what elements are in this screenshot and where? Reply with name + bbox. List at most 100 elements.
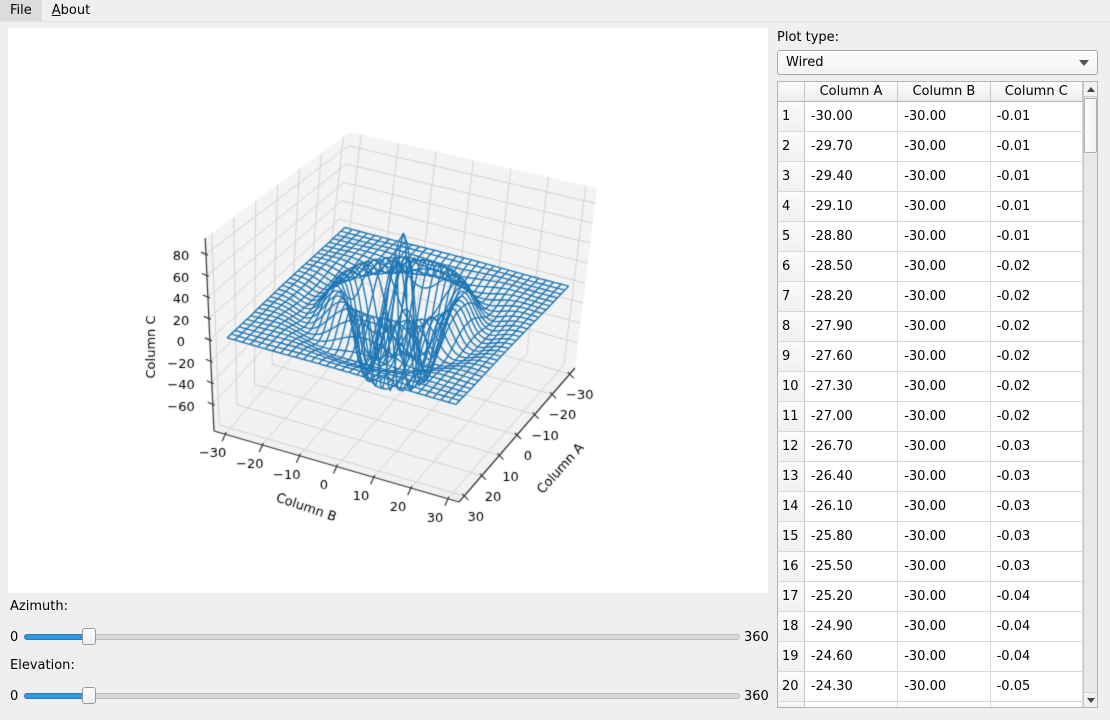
cell-column-b[interactable]: -30.00 <box>898 132 990 162</box>
menu-file[interactable]: File <box>0 0 42 21</box>
cell-column-b[interactable]: -30.00 <box>898 312 990 342</box>
cell-column-b[interactable]: -30.00 <box>898 222 990 252</box>
cell-column-b[interactable]: -30.00 <box>898 582 990 612</box>
row-number[interactable]: 19 <box>778 642 805 672</box>
scrollbar-up-button[interactable] <box>1084 82 1097 97</box>
cell-column-a[interactable]: -28.50 <box>805 252 898 282</box>
cell-column-a[interactable]: -28.20 <box>805 282 898 312</box>
cell-column-c[interactable]: -0.02 <box>991 342 1083 372</box>
row-number[interactable]: 13 <box>778 462 805 492</box>
row-number[interactable]: 2 <box>778 132 805 162</box>
scrollbar-thumb[interactable] <box>1084 98 1097 153</box>
cell-column-a[interactable]: -27.00 <box>805 402 898 432</box>
cell-column-c[interactable]: -0.04 <box>991 582 1083 612</box>
table-row[interactable]: 8 -27.90 -30.00 -0.02 <box>778 312 1083 342</box>
cell-column-c[interactable]: -0.03 <box>991 492 1083 522</box>
table-header-column-a[interactable]: Column A <box>805 82 898 102</box>
cell-column-a[interactable]: -25.80 <box>805 522 898 552</box>
azimuth-slider-handle[interactable] <box>82 628 96 645</box>
table-row[interactable]: 7 -28.20 -30.00 -0.02 <box>778 282 1083 312</box>
cell-column-c[interactable]: -0.05 <box>991 672 1083 702</box>
table-row[interactable]: 2 -29.70 -30.00 -0.01 <box>778 132 1083 162</box>
cell-column-a[interactable]: -24.90 <box>805 612 898 642</box>
row-number[interactable]: 18 <box>778 612 805 642</box>
table-row[interactable]: 5 -28.80 -30.00 -0.01 <box>778 222 1083 252</box>
plot-type-combobox[interactable]: Wired <box>777 50 1098 75</box>
table-row[interactable]: 6 -28.50 -30.00 -0.02 <box>778 252 1083 282</box>
cell-column-c[interactable]: -0.01 <box>991 102 1083 132</box>
cell-column-a[interactable]: -29.70 <box>805 132 898 162</box>
table-row[interactable]: 14 -26.10 -30.00 -0.03 <box>778 492 1083 522</box>
cell-column-b[interactable]: -30.00 <box>898 162 990 192</box>
cell-column-b[interactable]: -30.00 <box>898 192 990 222</box>
cell-column-c[interactable]: -0.04 <box>991 612 1083 642</box>
cell-column-a[interactable]: -25.20 <box>805 582 898 612</box>
elevation-slider-track[interactable] <box>24 693 740 699</box>
row-number[interactable]: 12 <box>778 432 805 462</box>
cell-column-c[interactable]: -0.01 <box>991 132 1083 162</box>
elevation-slider-handle[interactable] <box>82 687 96 704</box>
cell-column-b[interactable]: -30.00 <box>898 552 990 582</box>
cell-column-b[interactable]: -30.00 <box>898 612 990 642</box>
cell-column-c[interactable]: -0.03 <box>991 462 1083 492</box>
row-number[interactable]: 15 <box>778 522 805 552</box>
cell-column-b[interactable]: -30.00 <box>898 642 990 672</box>
cell-column-c[interactable]: -0.02 <box>991 402 1083 432</box>
cell-column-c[interactable]: -0.03 <box>991 552 1083 582</box>
cell-column-a[interactable]: -29.10 <box>805 192 898 222</box>
cell-column-a[interactable]: -24.30 <box>805 672 898 702</box>
row-number[interactable]: 14 <box>778 492 805 522</box>
table-row[interactable]: 16 -25.50 -30.00 -0.03 <box>778 552 1083 582</box>
table-row[interactable]: 9 -27.60 -30.00 -0.02 <box>778 342 1083 372</box>
cell-column-c[interactable]: -0.01 <box>991 222 1083 252</box>
cell-column-c[interactable]: -0.04 <box>991 642 1083 672</box>
cell-column-a[interactable]: -26.70 <box>805 432 898 462</box>
cell-column-a[interactable]: -30.00 <box>805 102 898 132</box>
cell-column-a[interactable]: -26.40 <box>805 462 898 492</box>
cell-column-b[interactable]: -30.00 <box>898 342 990 372</box>
table-row[interactable]: 13 -26.40 -30.00 -0.03 <box>778 462 1083 492</box>
cell-column-c[interactable]: -0.01 <box>991 162 1083 192</box>
table-scrollbar[interactable] <box>1083 82 1097 707</box>
cell-column-b[interactable]: -30.00 <box>898 282 990 312</box>
table-row[interactable]: 20 -24.30 -30.00 -0.05 <box>778 672 1083 702</box>
cell-column-b[interactable]: -30.00 <box>898 102 990 132</box>
table-row[interactable]: 1 -30.00 -30.00 -0.01 <box>778 102 1083 132</box>
table-row[interactable]: 18 -24.90 -30.00 -0.04 <box>778 612 1083 642</box>
cell-column-c[interactable]: -0.03 <box>991 432 1083 462</box>
table-header-column-b[interactable]: Column B <box>898 82 990 102</box>
row-number[interactable]: 17 <box>778 582 805 612</box>
row-number[interactable]: 3 <box>778 162 805 192</box>
plot-canvas[interactable] <box>8 28 768 593</box>
table-row[interactable]: 3 -29.40 -30.00 -0.01 <box>778 162 1083 192</box>
cell-column-a[interactable]: -27.90 <box>805 312 898 342</box>
row-number[interactable]: 16 <box>778 552 805 582</box>
row-number[interactable]: 20 <box>778 672 805 702</box>
cell-column-a[interactable]: -27.30 <box>805 372 898 402</box>
table-row[interactable]: 15 -25.80 -30.00 -0.03 <box>778 522 1083 552</box>
cell-column-b[interactable]: -30.00 <box>898 462 990 492</box>
table-row[interactable]: 11 -27.00 -30.00 -0.02 <box>778 402 1083 432</box>
cell-column-b[interactable]: -30.00 <box>898 372 990 402</box>
cell-column-c[interactable]: -0.02 <box>991 312 1083 342</box>
table-corner-cell[interactable] <box>778 82 805 102</box>
azimuth-slider-track[interactable] <box>24 634 740 640</box>
table-row[interactable]: 4 -29.10 -30.00 -0.01 <box>778 192 1083 222</box>
cell-column-c[interactable]: -0.02 <box>991 252 1083 282</box>
row-number[interactable]: 6 <box>778 252 805 282</box>
menu-about[interactable]: About <box>42 0 100 21</box>
cell-column-b[interactable]: -30.00 <box>898 402 990 432</box>
cell-column-a[interactable]: -26.10 <box>805 492 898 522</box>
table-row[interactable]: 19 -24.60 -30.00 -0.04 <box>778 642 1083 672</box>
cell-column-b[interactable]: -30.00 <box>898 432 990 462</box>
cell-column-a[interactable]: -24.60 <box>805 642 898 672</box>
cell-column-b[interactable]: -30.00 <box>898 252 990 282</box>
cell-column-a[interactable]: -25.50 <box>805 552 898 582</box>
cell-column-b[interactable]: -30.00 <box>898 672 990 702</box>
row-number[interactable]: 4 <box>778 192 805 222</box>
cell-column-b[interactable]: -30.00 <box>898 522 990 552</box>
cell-column-a[interactable]: -28.80 <box>805 222 898 252</box>
table-row[interactable]: 17 -25.20 -30.00 -0.04 <box>778 582 1083 612</box>
table-row[interactable]: 10 -27.30 -30.00 -0.02 <box>778 372 1083 402</box>
row-number[interactable]: 10 <box>778 372 805 402</box>
